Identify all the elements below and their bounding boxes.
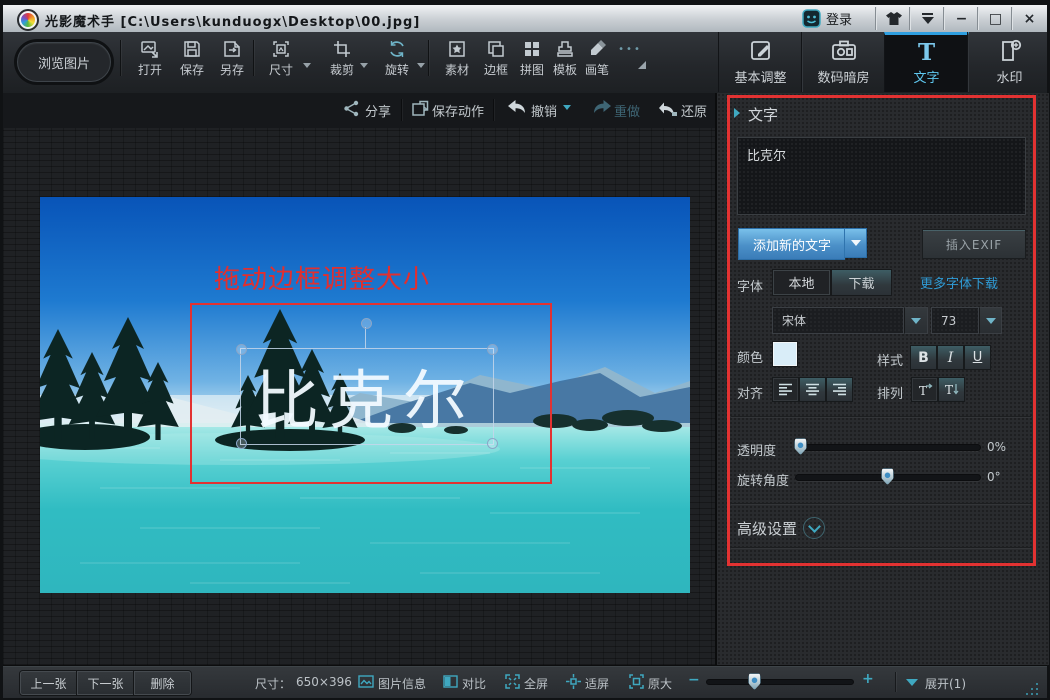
save-as-button[interactable]: 另存 — [212, 37, 252, 78]
rollup-button[interactable] — [911, 7, 944, 30]
drag-hint-annotation: 拖动边框调整大小 — [214, 259, 474, 296]
rotate-button[interactable]: 旋转 — [377, 37, 417, 78]
rollup-bar-icon — [922, 13, 933, 15]
undo-button[interactable]: 撤销 — [531, 101, 557, 120]
divider — [909, 7, 910, 30]
crop-button[interactable]: 裁剪 — [322, 37, 362, 78]
fit-screen-icon — [566, 674, 581, 689]
undo-dropdown-caret-icon[interactable] — [563, 105, 571, 110]
redo-icon — [592, 99, 613, 117]
next-image-button[interactable]: 下一张 — [77, 671, 134, 695]
save-action-icon — [411, 100, 429, 117]
annotation-rect-panel — [727, 95, 1036, 566]
material-star-icon — [437, 37, 477, 61]
divider — [875, 7, 876, 30]
maximize-button[interactable]: □ — [979, 7, 1012, 30]
tab-digital-darkroom[interactable]: 数码暗房 — [801, 32, 886, 92]
text-T-icon: T — [918, 42, 935, 64]
compare-icon — [443, 675, 458, 688]
browse-images-button[interactable]: 浏览图片 — [17, 42, 111, 82]
zoom-in-button[interactable]: + — [862, 671, 874, 687]
prev-image-button[interactable]: 上一张 — [20, 671, 77, 695]
share-icon — [343, 100, 360, 117]
toolbar-separator — [120, 40, 121, 76]
fullscreen-icon — [505, 674, 520, 689]
rotate-icon — [377, 37, 417, 61]
frame-icon — [476, 37, 516, 61]
crop-dropdown-caret-icon[interactable] — [360, 63, 368, 68]
save-icon — [172, 37, 212, 61]
divider — [401, 99, 402, 121]
tab-text[interactable]: T 文字 — [884, 32, 969, 92]
delete-image-button[interactable]: 删除 — [134, 671, 191, 695]
size-value: 650×396 — [296, 675, 352, 689]
restore-icon — [658, 99, 678, 117]
title-bar: 光影魔术手 [C:\Users\kunduogx\Desktop\00.jpg]… — [3, 5, 1047, 33]
more-tools-button[interactable]: ••• — [610, 37, 650, 69]
window-title: 光影魔术手 [C:\Users\kunduogx\Desktop\00.jpg] — [45, 11, 420, 30]
toolbar-separator — [253, 40, 254, 76]
compare-button[interactable]: 对比 — [462, 675, 486, 692]
chevron-down-icon — [922, 17, 934, 24]
frame-button[interactable]: 边框 — [476, 37, 516, 78]
resize-dropdown-caret-icon[interactable] — [303, 63, 311, 68]
login-label: 登录 — [826, 9, 852, 28]
app-logo-icon — [17, 9, 39, 31]
redo-button[interactable]: 重做 — [614, 101, 640, 120]
shirt-icon — [885, 11, 903, 26]
image-info-button[interactable]: 图片信息 — [378, 675, 426, 692]
divider — [977, 7, 978, 30]
divider — [1011, 7, 1012, 30]
zoom-out-button[interactable]: − — [688, 672, 700, 688]
save-button[interactable]: 保存 — [172, 37, 212, 78]
crop-icon — [322, 37, 362, 61]
divider — [895, 672, 896, 692]
fit-screen-button[interactable]: 适屏 — [585, 675, 609, 692]
edit-square-icon — [748, 38, 774, 64]
save-as-icon — [212, 37, 252, 61]
size-label: 尺寸： — [255, 675, 291, 692]
share-button[interactable]: 分享 — [365, 101, 391, 120]
more-dots-icon: ••• — [610, 37, 650, 61]
material-button[interactable]: 素材 — [437, 37, 477, 78]
corner-triangle-icon — [638, 61, 646, 69]
resize-icon — [261, 37, 301, 61]
close-button[interactable]: × — [1013, 7, 1046, 30]
actual-size-icon — [629, 674, 644, 689]
rotate-dropdown-caret-icon[interactable] — [417, 63, 425, 68]
restore-button[interactable]: 还原 — [681, 101, 707, 120]
login-button[interactable]: 登录 — [802, 8, 852, 29]
actual-size-button[interactable]: 原大 — [648, 675, 672, 692]
minimize-button[interactable]: − — [945, 7, 978, 30]
resize-grip[interactable] — [1026, 683, 1040, 695]
image-info-icon — [358, 675, 374, 688]
watermark-page-icon — [997, 38, 1023, 64]
expand-button[interactable]: 展开(1) — [925, 675, 966, 692]
resize-button[interactable]: 尺寸 — [261, 37, 301, 78]
zoom-slider-track[interactable] — [706, 679, 854, 685]
divider — [943, 7, 944, 30]
app-window: 光影魔术手 [C:\Users\kunduogx\Desktop\00.jpg]… — [0, 0, 1050, 700]
fullscreen-button[interactable]: 全屏 — [524, 675, 548, 692]
tab-watermark[interactable]: 水印 — [967, 32, 1050, 92]
camera-icon — [830, 38, 858, 64]
annotation-rect-canvas — [190, 303, 552, 484]
skin-button[interactable] — [877, 7, 910, 30]
open-button[interactable]: 打开 — [130, 37, 170, 78]
undo-icon — [506, 99, 527, 117]
avatar-smiley-icon — [802, 9, 821, 28]
divider — [493, 99, 494, 121]
save-action-button[interactable]: 保存动作 — [432, 101, 484, 120]
expand-caret-icon — [906, 679, 918, 686]
open-icon — [130, 37, 170, 61]
toolbar-separator — [428, 40, 429, 76]
tab-basic-adjust[interactable]: 基本调整 — [718, 32, 803, 92]
